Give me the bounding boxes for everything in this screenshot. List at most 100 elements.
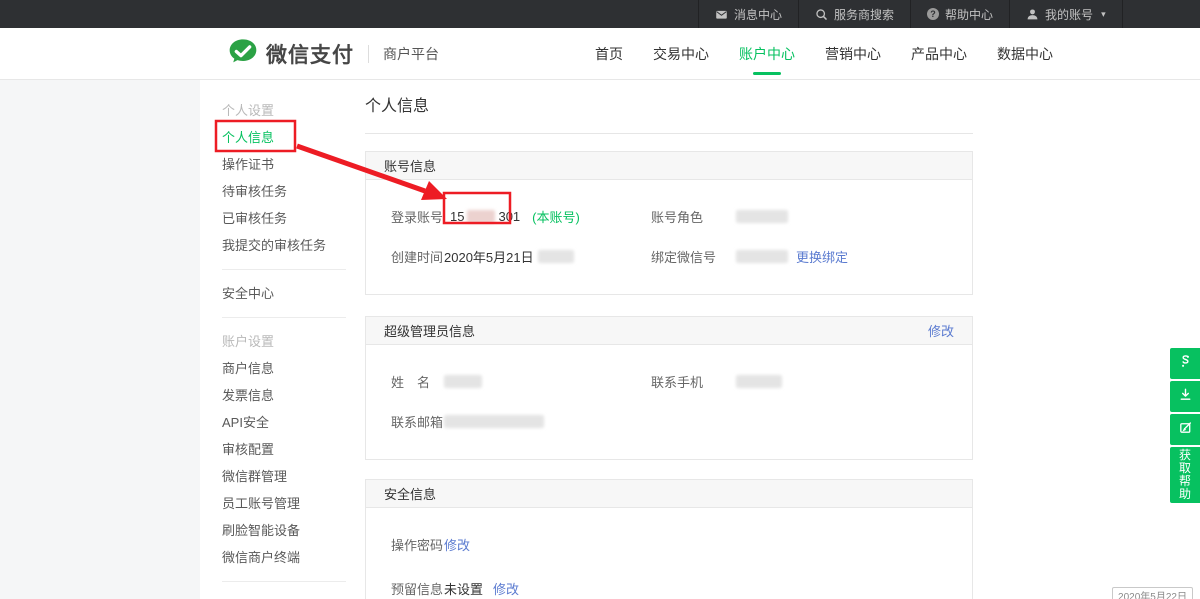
wechat-pay-logo-icon <box>228 38 258 70</box>
account-info-section: 账号信息 登录账号 15 301 (本账号) 账号角色 <box>365 151 973 295</box>
survey-button[interactable] <box>1170 348 1200 379</box>
section-title: 超级管理员信息 <box>384 321 475 340</box>
sidebar-item-security-center[interactable]: 安全中心 <box>200 280 346 307</box>
created-time-label: 创建时间 <box>391 247 444 266</box>
header: 微信支付 商户平台 首页 交易中心 账户中心 营销中心 产品中心 数据中心 <box>0 28 1200 80</box>
redacted-created-time <box>538 250 574 263</box>
login-account-value: 15 301 <box>444 209 526 224</box>
get-help-button[interactable]: 获取帮助 <box>1170 447 1200 503</box>
created-time-value: 2020年5月21日 <box>444 247 534 266</box>
current-account-tag: (本账号) <box>532 207 580 226</box>
nav-data-center[interactable]: 数据中心 <box>982 28 1068 80</box>
redacted-admin-phone <box>736 375 782 388</box>
topbar: 消息中心 服务商搜索 帮助中心 我的账号 ▾ <box>0 0 1200 28</box>
topbar-item-messages[interactable]: 消息中心 <box>698 0 798 28</box>
main-nav: 首页 交易中心 账户中心 营销中心 产品中心 数据中心 <box>580 28 1068 80</box>
sidebar-divider <box>222 317 346 318</box>
survey-icon <box>1178 354 1193 374</box>
download-icon <box>1178 387 1193 407</box>
account-role-group: 账号角色 <box>651 207 788 226</box>
admin-phone-group: 联系手机 <box>651 372 782 391</box>
main-content: 个人信息 账号信息 登录账号 15 301 (本账号) 账号角色 <box>365 92 973 599</box>
created-time-row: 创建时间 2020年5月21日 绑定微信号 更换绑定 <box>366 243 972 270</box>
topbar-item-label: 消息中心 <box>734 6 782 23</box>
mail-icon <box>715 8 728 21</box>
topbar-item-help-center[interactable]: 帮助中心 <box>910 0 1009 28</box>
help-icon <box>927 8 939 20</box>
logo-divider <box>368 45 369 63</box>
redacted-admin-email <box>444 415 544 428</box>
logo[interactable]: 微信支付 商户平台 <box>228 28 439 80</box>
search-icon <box>815 8 828 21</box>
reserved-info-status: 未设置 <box>444 579 483 598</box>
redacted-wechat-id <box>736 250 788 263</box>
merchant-platform-page: 消息中心 服务商搜索 帮助中心 我的账号 ▾ <box>0 0 1200 599</box>
sidebar-item-staff-account-management[interactable]: 员工账号管理 <box>200 490 346 517</box>
redacted-admin-name <box>444 375 482 388</box>
nav-transaction-center[interactable]: 交易中心 <box>638 28 724 80</box>
sidebar-item-invoice-info[interactable]: 发票信息 <box>200 382 346 409</box>
section-title: 账号信息 <box>384 156 436 175</box>
page-title: 个人信息 <box>365 92 973 134</box>
feedback-button[interactable] <box>1170 414 1200 445</box>
login-account-prefix: 15 <box>450 209 464 224</box>
sidebar-item-operation-certificate[interactable]: 操作证书 <box>200 151 346 178</box>
reserved-info-label: 预留信息 <box>391 579 444 598</box>
super-admin-section: 超级管理员信息 修改 姓 名 联系手机 联系邮箱 <box>365 316 973 460</box>
operation-password-row: 操作密码 修改 <box>366 531 972 558</box>
sidebar-header-personal-settings: 个人设置 <box>200 97 346 124</box>
reserved-info-row: 预留信息 未设置 修改 <box>366 575 972 599</box>
chevron-down-icon: ▾ <box>1101 9 1106 20</box>
admin-name-label: 姓 名 <box>391 372 444 391</box>
sidebar-item-pending-review-tasks[interactable]: 待审核任务 <box>200 178 346 205</box>
feedback-edit-icon <box>1178 420 1193 440</box>
nav-product-center[interactable]: 产品中心 <box>896 28 982 80</box>
download-button[interactable] <box>1170 381 1200 412</box>
bound-wechat-group: 绑定微信号 更换绑定 <box>651 247 848 266</box>
operation-password-label: 操作密码 <box>391 535 444 554</box>
topbar-item-my-account[interactable]: 我的账号 ▾ <box>1009 0 1123 28</box>
nav-account-center[interactable]: 账户中心 <box>724 28 810 80</box>
nav-marketing-center[interactable]: 营销中心 <box>810 28 896 80</box>
floating-action-bar: 获取帮助 <box>1170 348 1200 503</box>
sidebar-item-wechat-merchant-terminal[interactable]: 微信商户终端 <box>200 544 346 571</box>
redacted-login-digits <box>467 210 495 223</box>
date-tooltip: 2020年5月22日 <box>1112 587 1193 599</box>
portal-label: 商户平台 <box>383 44 439 64</box>
sidebar-item-review-config[interactable]: 审核配置 <box>200 436 346 463</box>
topbar-menu: 消息中心 服务商搜索 帮助中心 我的账号 ▾ <box>698 0 1123 28</box>
sidebar-divider <box>222 581 346 582</box>
section-title: 安全信息 <box>384 484 436 503</box>
sidebar-item-my-submitted-review-tasks[interactable]: 我提交的审核任务 <box>200 232 346 259</box>
reserved-info-edit-link[interactable]: 修改 <box>493 579 519 598</box>
account-info-body: 登录账号 15 301 (本账号) 账号角色 创建时间 2020年5月21日 <box>366 180 972 294</box>
sidebar-header-account-settings: 账户设置 <box>200 328 346 355</box>
bound-wechat-label: 绑定微信号 <box>651 247 736 266</box>
admin-name-row: 姓 名 联系手机 <box>366 368 972 395</box>
rebind-link[interactable]: 更换绑定 <box>796 247 848 266</box>
operation-password-edit-link[interactable]: 修改 <box>444 535 470 554</box>
sidebar-item-reviewed-tasks[interactable]: 已审核任务 <box>200 205 346 232</box>
admin-edit-link[interactable]: 修改 <box>928 321 954 340</box>
sidebar-item-face-pay-devices[interactable]: 刷脸智能设备 <box>200 517 346 544</box>
nav-home[interactable]: 首页 <box>580 28 638 80</box>
topbar-item-label: 我的账号 <box>1045 6 1093 23</box>
sidebar-divider <box>222 269 346 270</box>
topbar-item-label: 服务商搜索 <box>834 6 894 23</box>
sidebar-item-merchant-info[interactable]: 商户信息 <box>200 355 346 382</box>
login-account-suffix: 301 <box>498 209 520 224</box>
admin-email-label: 联系邮箱 <box>391 412 444 431</box>
left-gutter <box>0 80 200 599</box>
login-account-label: 登录账号 <box>391 207 444 226</box>
super-admin-section-header: 超级管理员信息 修改 <box>366 317 972 345</box>
sidebar-item-personal-info[interactable]: 个人信息 <box>200 124 346 151</box>
security-info-section: 安全信息 操作密码 修改 预留信息 未设置 修改 预留信息是由你自己设置的一段文… <box>365 479 973 599</box>
admin-email-row: 联系邮箱 <box>366 408 972 435</box>
sidebar-item-api-security[interactable]: API安全 <box>200 409 346 436</box>
account-role-label: 账号角色 <box>651 207 736 226</box>
topbar-item-provider-search[interactable]: 服务商搜索 <box>798 0 910 28</box>
logo-text: 微信支付 <box>266 39 354 69</box>
security-info-body: 操作密码 修改 预留信息 未设置 修改 预留信息是由你自己设置的一段文字，用来鉴… <box>366 508 972 599</box>
topbar-item-label: 帮助中心 <box>945 6 993 23</box>
sidebar-item-wechat-group-management[interactable]: 微信群管理 <box>200 463 346 490</box>
